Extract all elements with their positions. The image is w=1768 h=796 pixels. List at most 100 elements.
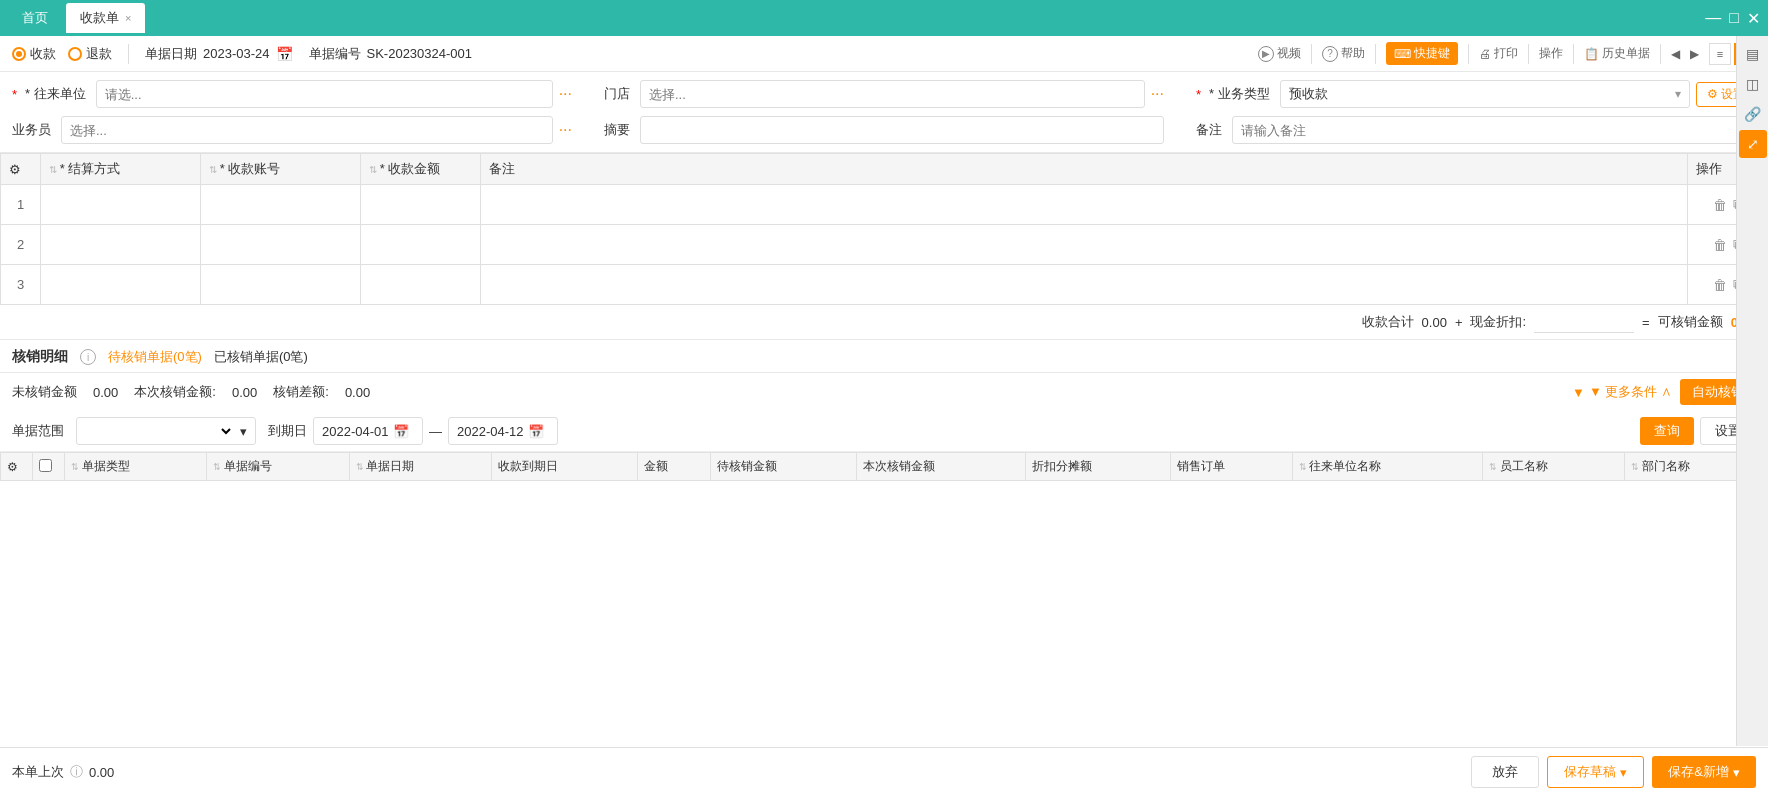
- amount-header-label: * 收款金额: [380, 161, 441, 176]
- verify-info-icon[interactable]: i: [80, 349, 96, 365]
- table-row: 3 🗑 ⧉: [1, 265, 1768, 305]
- counterpart-header-label: 往来单位名称: [1309, 459, 1381, 473]
- row-2-remarks[interactable]: [481, 225, 1688, 265]
- counterpart-input[interactable]: [105, 81, 544, 107]
- delete-icon-2[interactable]: 🗑: [1713, 237, 1727, 253]
- staff-input[interactable]: [70, 117, 544, 143]
- col-sort-icon: ⇅: [1299, 462, 1310, 472]
- lower-table-section: ⚙ ⇅ 单据类型 ⇅ 单据编号: [0, 452, 1768, 747]
- save-new-button[interactable]: 保存&新增 ▾: [1652, 756, 1756, 788]
- counterpart-input-box: [96, 80, 553, 108]
- tab-receipt[interactable]: 收款单 ×: [66, 3, 145, 33]
- calendar-end-icon[interactable]: 📅: [528, 424, 544, 439]
- help-btn[interactable]: ? 帮助: [1322, 45, 1365, 62]
- table-header-gear[interactable]: ⚙: [1, 154, 41, 185]
- print-icon: 🖨: [1479, 47, 1491, 61]
- gear-icon: ⚙: [1707, 87, 1718, 101]
- form-row-1: * * 往来单位 ··· 门店 ··· * * 业务类型: [12, 80, 1756, 108]
- lower-header-staff[interactable]: ⇅ 员工名称: [1483, 453, 1625, 481]
- right-panel-layout-icon[interactable]: ◫: [1739, 70, 1767, 98]
- row-3-amount[interactable]: [361, 265, 481, 305]
- more-conditions-btn[interactable]: ▼ ▼ 更多条件 ∧: [1572, 383, 1672, 401]
- unverified-value: 0.00: [93, 385, 118, 400]
- form-row-2: 业务员 ··· 摘要 备注: [12, 116, 1756, 144]
- row-2-amount[interactable]: [361, 225, 481, 265]
- table-header-account[interactable]: ⇅ * 收款账号: [201, 154, 361, 185]
- lower-header-gear[interactable]: ⚙: [1, 453, 33, 481]
- list-view-btn[interactable]: ≡: [1709, 43, 1731, 65]
- select-all-checkbox[interactable]: [39, 459, 52, 472]
- unverified-label: 未核销金额: [12, 383, 77, 401]
- print-btn[interactable]: 🖨 打印: [1479, 45, 1518, 62]
- shortcut-label: 快捷键: [1414, 45, 1450, 62]
- lower-header-date[interactable]: ⇅ 单据日期: [349, 453, 491, 481]
- lower-header-number[interactable]: ⇅ 单据编号: [207, 453, 349, 481]
- radio-receipt[interactable]: 收款: [12, 45, 56, 63]
- video-btn[interactable]: ▶ 视频: [1258, 45, 1301, 62]
- done-verify-tab[interactable]: 已核销单据(0笔): [214, 348, 308, 366]
- history-btn[interactable]: 📋 历史单据: [1584, 45, 1650, 62]
- verify-section: 核销明细 i 待核销单据(0笔) 已核销单据(0笔) 未核销金额 0.00 本次…: [0, 340, 1768, 747]
- row-1-remarks[interactable]: [481, 185, 1688, 225]
- discount-input[interactable]: [1534, 311, 1634, 333]
- right-panel-link-icon[interactable]: 🔗: [1739, 100, 1767, 128]
- row-1-account[interactable]: [201, 185, 361, 225]
- table-header-remarks: 备注: [481, 154, 1688, 185]
- calendar-icon[interactable]: 📅: [276, 46, 293, 62]
- nav-right-btn[interactable]: ▶: [1690, 47, 1699, 61]
- store-input[interactable]: [649, 81, 1136, 107]
- store-input-box: [640, 80, 1145, 108]
- shortcut-button[interactable]: ⌨ 快捷键: [1386, 42, 1458, 65]
- row-1-amount[interactable]: [361, 185, 481, 225]
- pending-verify-tab[interactable]: 待核销单据(0笔): [108, 348, 202, 366]
- lower-header-type[interactable]: ⇅ 单据类型: [65, 453, 207, 481]
- help-label: 帮助: [1341, 45, 1365, 62]
- divider-3: [1375, 44, 1376, 64]
- row-2-account[interactable]: [201, 225, 361, 265]
- lower-header-discount: 折扣分摊额: [1025, 453, 1170, 481]
- remarks-input[interactable]: [1241, 117, 1747, 143]
- store-more-btn[interactable]: ···: [1151, 85, 1164, 103]
- row-3-account[interactable]: [201, 265, 361, 305]
- row-3-settlement[interactable]: [41, 265, 201, 305]
- tab-home[interactable]: 首页: [8, 3, 62, 33]
- abandon-button[interactable]: 放弃: [1471, 756, 1539, 788]
- maximize-button[interactable]: □: [1729, 9, 1739, 27]
- minimize-button[interactable]: —: [1705, 9, 1721, 27]
- info-icon[interactable]: ⓘ: [70, 763, 83, 781]
- calendar-start-icon[interactable]: 📅: [393, 424, 409, 439]
- save-draft-button[interactable]: 保存草稿 ▾: [1547, 756, 1644, 788]
- date-header-label: 单据日期: [366, 459, 414, 473]
- lower-header-counterpart[interactable]: ⇅ 往来单位名称: [1292, 453, 1482, 481]
- delete-icon-1[interactable]: 🗑: [1713, 197, 1727, 213]
- divider-4: [1468, 44, 1469, 64]
- divider-5: [1528, 44, 1529, 64]
- row-2-settlement[interactable]: [41, 225, 201, 265]
- staff-more-btn[interactable]: ···: [559, 121, 572, 139]
- table-header-amount[interactable]: ⇅ * 收款金额: [361, 154, 481, 185]
- right-panel-expand-icon[interactable]: ⤢: [1739, 130, 1767, 158]
- summary-field: 摘要: [604, 116, 1164, 144]
- row-1-settlement[interactable]: [41, 185, 201, 225]
- operation-btn[interactable]: 操作: [1539, 45, 1563, 62]
- delete-icon-3[interactable]: 🗑: [1713, 277, 1727, 293]
- dropdown-arrow-icon[interactable]: ▾: [1675, 87, 1681, 101]
- nav-left-btn[interactable]: ◀: [1671, 47, 1680, 61]
- query-button[interactable]: 查询: [1640, 417, 1694, 445]
- row-3-remarks[interactable]: [481, 265, 1688, 305]
- diff-value: 0.00: [345, 385, 370, 400]
- video-icon: ▶: [1258, 46, 1274, 62]
- range-select[interactable]: [85, 423, 234, 440]
- tab-receipt-label: 收款单: [80, 9, 119, 27]
- right-panel-table-icon[interactable]: ▤: [1739, 40, 1767, 68]
- tab-close-icon[interactable]: ×: [125, 12, 131, 24]
- radio-refund[interactable]: 退款: [68, 45, 112, 63]
- table-header-settlement[interactable]: ⇅ * 结算方式: [41, 154, 201, 185]
- close-button[interactable]: ✕: [1747, 9, 1760, 28]
- range-label: 单据范围: [12, 422, 64, 440]
- lower-header-checkbox[interactable]: [33, 453, 65, 481]
- counterpart-more-btn[interactable]: ···: [559, 85, 572, 103]
- summary-input[interactable]: [649, 117, 1155, 143]
- summary-input-box: [640, 116, 1164, 144]
- divider-6: [1573, 44, 1574, 64]
